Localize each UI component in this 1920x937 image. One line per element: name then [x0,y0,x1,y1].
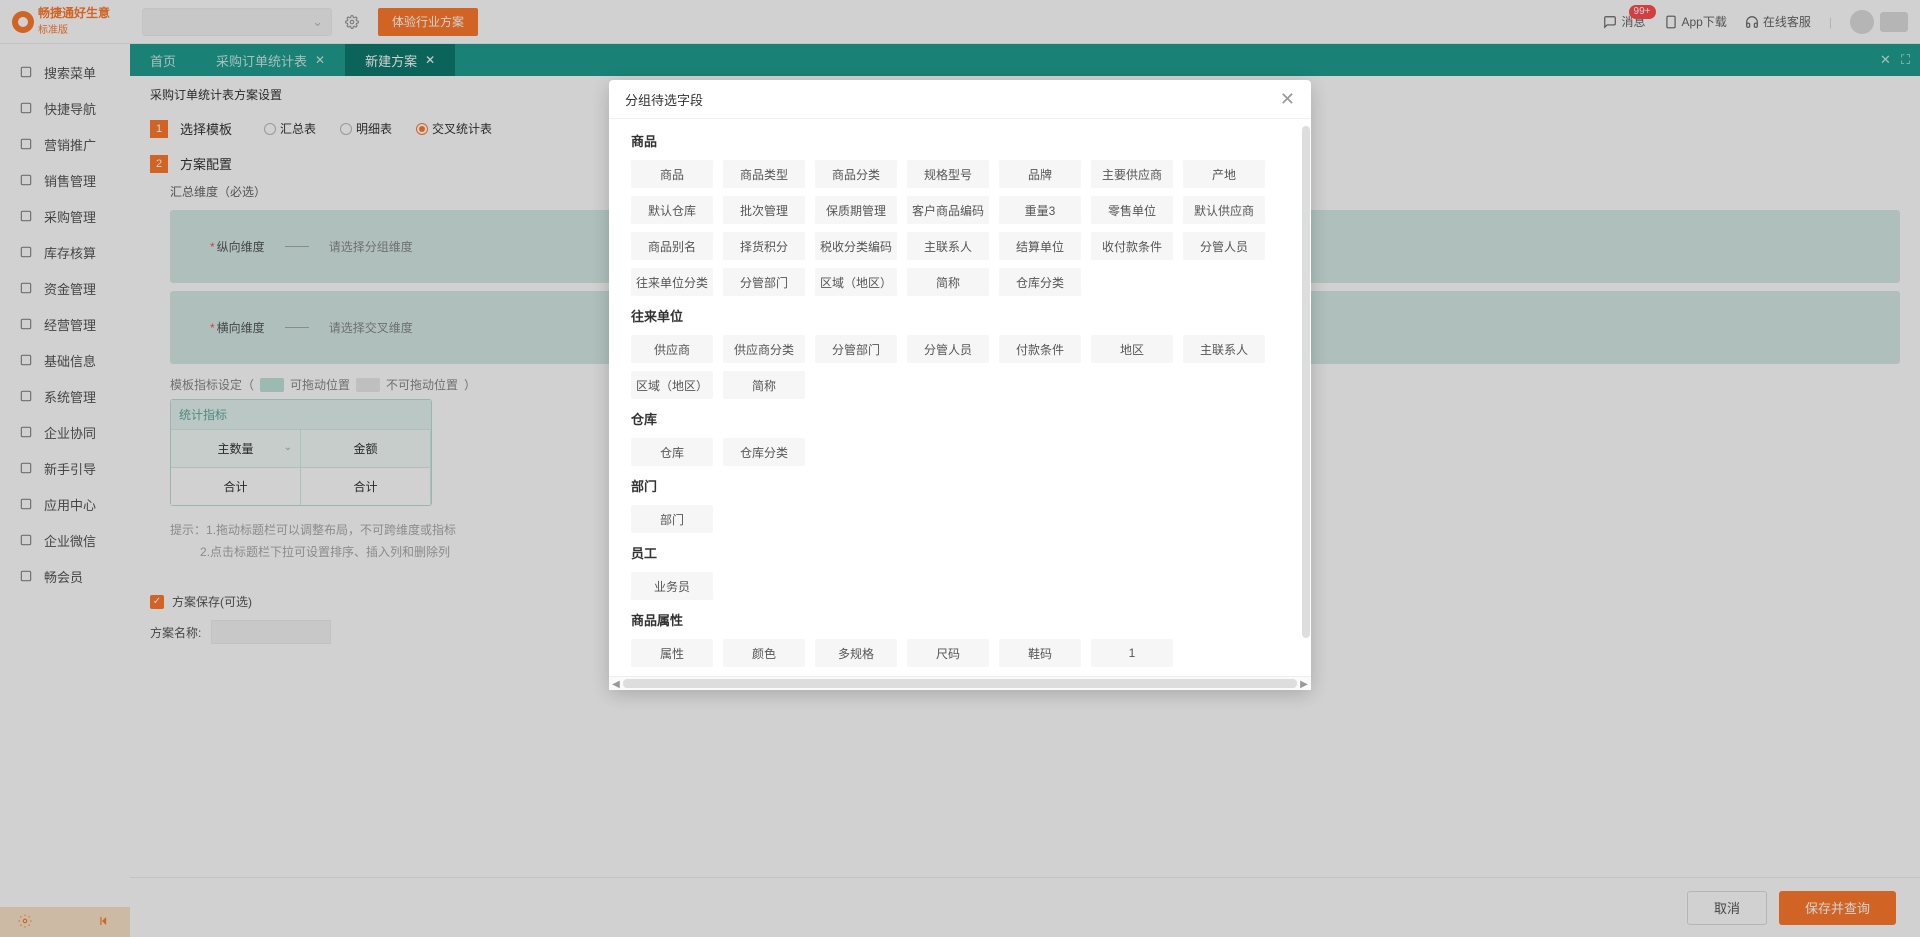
field-chip[interactable]: 属性 [631,639,713,667]
field-group-1: 往来单位供应商供应商分类分管部门分管人员付款条件地区主联系人区域（地区） 简称 [631,306,1289,399]
field-chip[interactable]: 仓库 [631,438,713,466]
field-chip[interactable]: 分管人员 [907,335,989,363]
close-icon[interactable]: ✕ [1280,89,1295,110]
field-chip[interactable]: 保质期管理 [815,196,897,224]
field-group-2: 仓库仓库仓库分类 [631,409,1289,466]
field-chip[interactable]: 税收分类编码 [815,232,897,260]
field-chip[interactable]: 区域（地区） [631,371,713,399]
field-chip[interactable]: 主要供应商 [1091,160,1173,188]
field-chip[interactable]: 主联系人 [907,232,989,260]
field-chip[interactable]: 分管部门 [723,268,805,296]
field-chip[interactable]: 重量3 [999,196,1081,224]
field-chip[interactable]: 鞋码 [999,639,1081,667]
field-chip[interactable]: 零售单位 [1091,196,1173,224]
modal-title: 分组待选字段 [625,90,703,109]
field-chip[interactable]: 商品类型 [723,160,805,188]
field-chip[interactable]: 供应商分类 [723,335,805,363]
field-selector-modal: 分组待选字段 ✕ 商品商品商品类型商品分类规格型号品牌主要供应商产地默认仓库批次… [609,80,1311,690]
field-chip[interactable]: 主联系人 [1183,335,1265,363]
field-group-0: 商品商品商品类型商品分类规格型号品牌主要供应商产地默认仓库批次管理保质期管理客户… [631,131,1289,296]
field-group-5: 商品属性属性颜色多规格尺码鞋码 1 [631,610,1289,667]
field-chip[interactable]: 分管部门 [815,335,897,363]
field-chip[interactable]: 仓库分类 [723,438,805,466]
field-chip[interactable]: 1 [1091,639,1173,667]
field-chip[interactable]: 规格型号 [907,160,989,188]
field-chip[interactable]: 仓库分类 [999,268,1081,296]
field-chip[interactable]: 收付款条件 [1091,232,1173,260]
field-chip[interactable]: 商品 [631,160,713,188]
field-chip[interactable]: 分管人员 [1183,232,1265,260]
field-chip[interactable]: 客户商品编码 [907,196,989,224]
field-chip[interactable]: 简称 [907,268,989,296]
field-chip[interactable]: 付款条件 [999,335,1081,363]
vertical-scrollbar[interactable] [1301,120,1311,676]
field-chip[interactable]: 尺码 [907,639,989,667]
field-group-title: 商品 [631,131,1289,150]
field-chip[interactable]: 部门 [631,505,713,533]
field-group-title: 仓库 [631,409,1289,428]
scroll-left-icon[interactable]: ◀ [609,677,623,691]
field-group-4: 员工业务员 [631,543,1289,600]
field-chip[interactable]: 品牌 [999,160,1081,188]
field-chip[interactable]: 地区 [1091,335,1173,363]
horizontal-scrollbar[interactable]: ◀ ▶ [609,676,1311,690]
field-group-title: 商品属性 [631,610,1289,629]
field-chip[interactable]: 商品分类 [815,160,897,188]
modal-body: 商品商品商品类型商品分类规格型号品牌主要供应商产地默认仓库批次管理保质期管理客户… [609,119,1311,676]
field-chip[interactable]: 业务员 [631,572,713,600]
field-chip[interactable]: 简称 [723,371,805,399]
field-chip[interactable]: 多规格 [815,639,897,667]
field-chip[interactable]: 产地 [1183,160,1265,188]
field-chip[interactable]: 默认供应商 [1183,196,1265,224]
field-group-title: 部门 [631,476,1289,495]
field-group-title: 往来单位 [631,306,1289,325]
field-chip[interactable]: 默认仓库 [631,196,713,224]
field-chip[interactable]: 择货积分 [723,232,805,260]
field-group-title: 员工 [631,543,1289,562]
field-chip[interactable]: 颜色 [723,639,805,667]
field-chip[interactable]: 区域（地区） [815,268,897,296]
field-group-3: 部门部门 [631,476,1289,533]
field-chip[interactable]: 往来单位分类 [631,268,713,296]
scroll-right-icon[interactable]: ▶ [1297,677,1311,691]
field-chip[interactable]: 商品别名 [631,232,713,260]
field-chip[interactable]: 供应商 [631,335,713,363]
field-chip[interactable]: 批次管理 [723,196,805,224]
field-chip[interactable]: 结算单位 [999,232,1081,260]
modal-mask: 分组待选字段 ✕ 商品商品商品类型商品分类规格型号品牌主要供应商产地默认仓库批次… [0,0,1920,937]
